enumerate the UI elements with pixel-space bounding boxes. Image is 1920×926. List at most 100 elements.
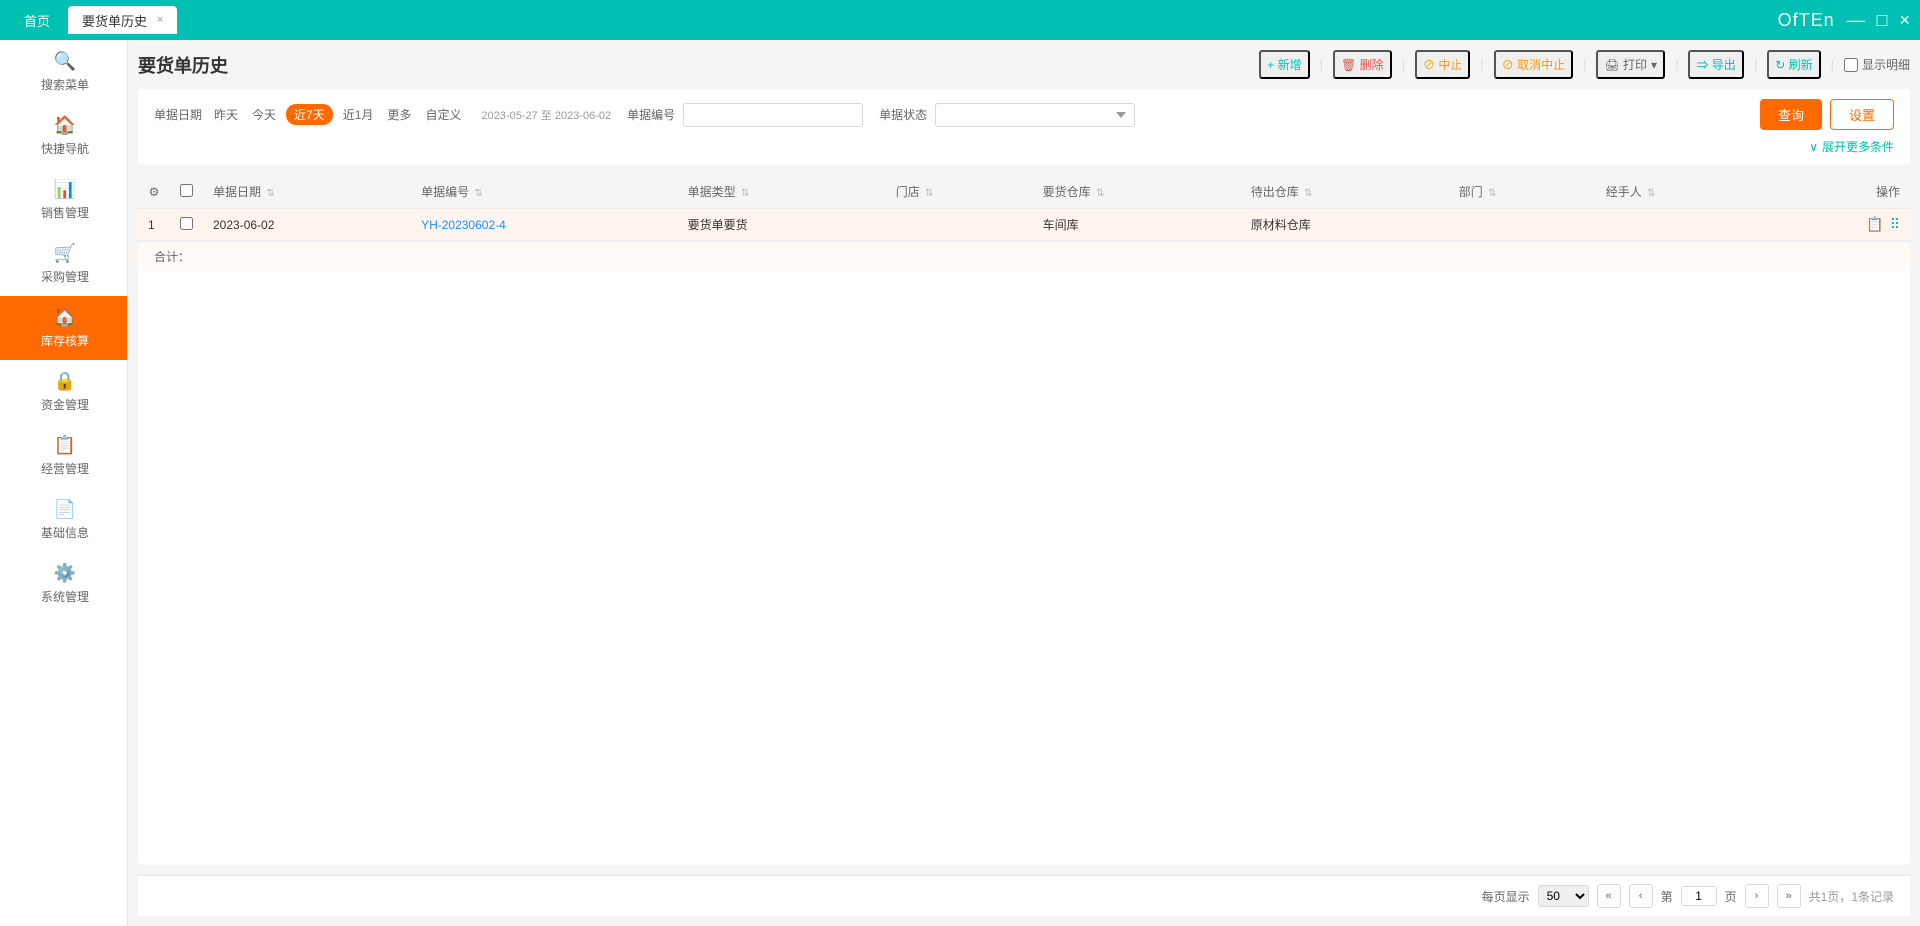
refresh-button[interactable]: ↻ 刷新 bbox=[1767, 50, 1820, 79]
sidebar-item-finance-mgmt[interactable]: 🔒 资金管理 bbox=[0, 360, 127, 424]
col-doc-no[interactable]: 单据编号 ⇅ bbox=[411, 175, 678, 209]
stop-button[interactable]: ⊘ 中止 bbox=[1415, 50, 1470, 79]
stop-button-label: ⊘ 中止 bbox=[1423, 56, 1462, 73]
doc-status-label: 单据状态 bbox=[879, 106, 927, 123]
row-pending-warehouse: 原材料仓库 bbox=[1241, 209, 1449, 241]
handler-sort-icon: ⇅ bbox=[1647, 188, 1655, 199]
window-controls: OfTEn — □ × bbox=[1778, 10, 1910, 31]
date-btn-last1month[interactable]: 近1月 bbox=[339, 104, 378, 125]
query-button[interactable]: 查询 bbox=[1760, 99, 1822, 130]
window-close-icon[interactable]: × bbox=[1899, 10, 1910, 31]
sidebar-item-inventory-label: 库存核算 bbox=[41, 332, 89, 349]
purchase-mgmt-icon: 🛒 bbox=[54, 243, 76, 264]
filter-doc-no: 单据编号 bbox=[627, 103, 863, 127]
setting-button[interactable]: 设置 bbox=[1830, 99, 1894, 130]
system-mgmt-icon: ⚙️ bbox=[54, 563, 76, 584]
last-page-button[interactable]: » bbox=[1777, 884, 1801, 908]
print-button[interactable]: 🖨 打印 ▾ bbox=[1596, 50, 1665, 79]
row-doc-no[interactable]: YH-20230602-4 bbox=[411, 209, 678, 241]
sidebar-item-base-info[interactable]: 📄 基础信息 bbox=[0, 488, 127, 552]
table-footer: 合计： bbox=[138, 241, 1910, 271]
often-text: OfTEn bbox=[1778, 10, 1835, 31]
show-detail-toggle[interactable]: 显示明细 bbox=[1844, 56, 1910, 73]
date-buttons: 昨天 今天 近7天 近1月 更多 自定义 bbox=[210, 104, 465, 125]
row-select-checkbox[interactable] bbox=[180, 217, 193, 230]
select-all-checkbox[interactable] bbox=[180, 184, 193, 197]
table-row: 1 2023-06-02 YH-20230602-4 要货单要货 车间库 原材料… bbox=[138, 209, 1910, 241]
col-store[interactable]: 门店 ⇅ bbox=[886, 175, 1033, 209]
divider5: | bbox=[1675, 57, 1678, 72]
content-area: 要货单历史 + 新增 | 🗑 删除 | ⊘ 中止 | ⊘ 取消中止 | bbox=[128, 40, 1920, 926]
date-btn-last7days[interactable]: 近7天 bbox=[286, 104, 333, 125]
refresh-button-label: ↻ 刷新 bbox=[1775, 56, 1812, 73]
col-actions: 操作 bbox=[1773, 175, 1910, 209]
expand-more-label: 展开更多条件 bbox=[1822, 138, 1894, 155]
date-btn-more[interactable]: 更多 bbox=[383, 104, 415, 125]
row-actions: 📋 ⠿ bbox=[1773, 209, 1910, 241]
next-page-button[interactable]: › bbox=[1745, 884, 1769, 908]
prev-page-button[interactable]: ‹ bbox=[1629, 884, 1653, 908]
quick-nav-icon: 🏠 bbox=[54, 115, 76, 136]
row-index: 1 bbox=[138, 209, 170, 241]
sidebar: 🔍 搜索菜单 🏠 快捷导航 📊 销售管理 🛒 采购管理 🏠 库存核算 🔒 资金管… bbox=[0, 40, 128, 926]
col-handler[interactable]: 经手人 ⇅ bbox=[1596, 175, 1774, 209]
export-button-label: ⇒ 导出 bbox=[1696, 56, 1735, 73]
date-btn-custom[interactable]: 自定义 bbox=[421, 104, 465, 125]
date-btn-today[interactable]: 今天 bbox=[248, 104, 280, 125]
date-btn-yesterday[interactable]: 昨天 bbox=[210, 104, 242, 125]
doc-no-input[interactable] bbox=[683, 103, 863, 127]
row-doc-type: 要货单要货 bbox=[678, 209, 886, 241]
base-info-icon: 📄 bbox=[54, 499, 76, 520]
sidebar-item-sales-mgmt[interactable]: 📊 销售管理 bbox=[0, 168, 127, 232]
sidebar-item-quick-nav[interactable]: 🏠 快捷导航 bbox=[0, 104, 127, 168]
page-go-label: 第 bbox=[1661, 888, 1673, 905]
col-department[interactable]: 部门 ⇅ bbox=[1449, 175, 1596, 209]
table-container: ⚙ 单据日期 ⇅ 单据编号 ⇅ 单据类型 bbox=[138, 175, 1910, 865]
sidebar-item-purchase-mgmt-label: 采购管理 bbox=[41, 268, 89, 285]
divider2: | bbox=[1402, 57, 1405, 72]
minimize-icon[interactable]: — bbox=[1847, 10, 1865, 31]
doc-status-select[interactable] bbox=[935, 103, 1135, 127]
doc-date-sort-icon: ⇅ bbox=[266, 188, 274, 199]
doc-no-link[interactable]: YH-20230602-4 bbox=[421, 218, 506, 232]
sidebar-item-search-menu-label: 搜索菜单 bbox=[41, 76, 89, 93]
row-checkbox[interactable] bbox=[170, 209, 203, 241]
cancel-stop-button[interactable]: ⊘ 取消中止 bbox=[1494, 50, 1573, 79]
first-page-button[interactable]: « bbox=[1597, 884, 1621, 908]
maximize-icon[interactable]: □ bbox=[1877, 10, 1888, 31]
sidebar-item-ops-mgmt[interactable]: 📋 经营管理 bbox=[0, 424, 127, 488]
show-detail-checkbox[interactable] bbox=[1844, 58, 1858, 72]
row-detail-icon[interactable]: ⠿ bbox=[1890, 216, 1900, 233]
delete-button[interactable]: 🗑 删除 bbox=[1333, 50, 1392, 79]
col-pending-warehouse[interactable]: 待出仓库 ⇅ bbox=[1241, 175, 1449, 209]
col-settings[interactable]: ⚙ bbox=[138, 175, 170, 209]
page-number-input[interactable] bbox=[1681, 886, 1717, 906]
sidebar-item-purchase-mgmt[interactable]: 🛒 采购管理 bbox=[0, 232, 127, 296]
delete-button-label: 🗑 删除 bbox=[1341, 56, 1384, 73]
col-doc-date[interactable]: 单据日期 ⇅ bbox=[203, 175, 411, 209]
sidebar-item-system-mgmt[interactable]: ⚙️ 系统管理 bbox=[0, 552, 127, 616]
expand-more-button[interactable]: ∨ 展开更多条件 bbox=[1809, 138, 1894, 155]
divider3: | bbox=[1480, 57, 1483, 72]
tab-requisition-history[interactable]: 要货单历史 × bbox=[68, 6, 177, 34]
filter-row-1: 单据日期 昨天 今天 近7天 近1月 更多 自定义 2023-05-27 至 2… bbox=[154, 99, 1894, 130]
add-button[interactable]: + 新增 bbox=[1259, 50, 1309, 79]
page-size-select[interactable]: 10 20 50 100 bbox=[1538, 885, 1589, 907]
sidebar-item-search-menu[interactable]: 🔍 搜索菜单 bbox=[0, 40, 127, 104]
sidebar-item-inventory[interactable]: 🏠 库存核算 bbox=[0, 296, 127, 360]
main-layout: 🔍 搜索菜单 🏠 快捷导航 📊 销售管理 🛒 采购管理 🏠 库存核算 🔒 资金管… bbox=[0, 40, 1920, 926]
print-dropdown-icon[interactable]: ▾ bbox=[1651, 58, 1657, 72]
tab-home[interactable]: 首页 bbox=[10, 6, 64, 34]
tab-close-icon[interactable]: × bbox=[157, 14, 163, 26]
doc-date-label: 单据日期 bbox=[154, 106, 202, 123]
row-edit-icon[interactable]: 📋 bbox=[1866, 216, 1883, 233]
row-store bbox=[886, 209, 1033, 241]
pagination-bar: 每页显示 10 20 50 100 « ‹ 第 页 › » 共1页，1条记录 bbox=[138, 875, 1910, 916]
show-detail-label: 显示明细 bbox=[1862, 56, 1910, 73]
sidebar-item-ops-mgmt-label: 经营管理 bbox=[41, 460, 89, 477]
col-checkbox bbox=[170, 175, 203, 209]
col-req-warehouse[interactable]: 要货仓库 ⇅ bbox=[1033, 175, 1241, 209]
filter-date-range-display: 2023-05-27 至 2023-06-02 bbox=[481, 107, 611, 123]
col-doc-type[interactable]: 单据类型 ⇅ bbox=[678, 175, 886, 209]
export-button[interactable]: ⇒ 导出 bbox=[1688, 50, 1743, 79]
